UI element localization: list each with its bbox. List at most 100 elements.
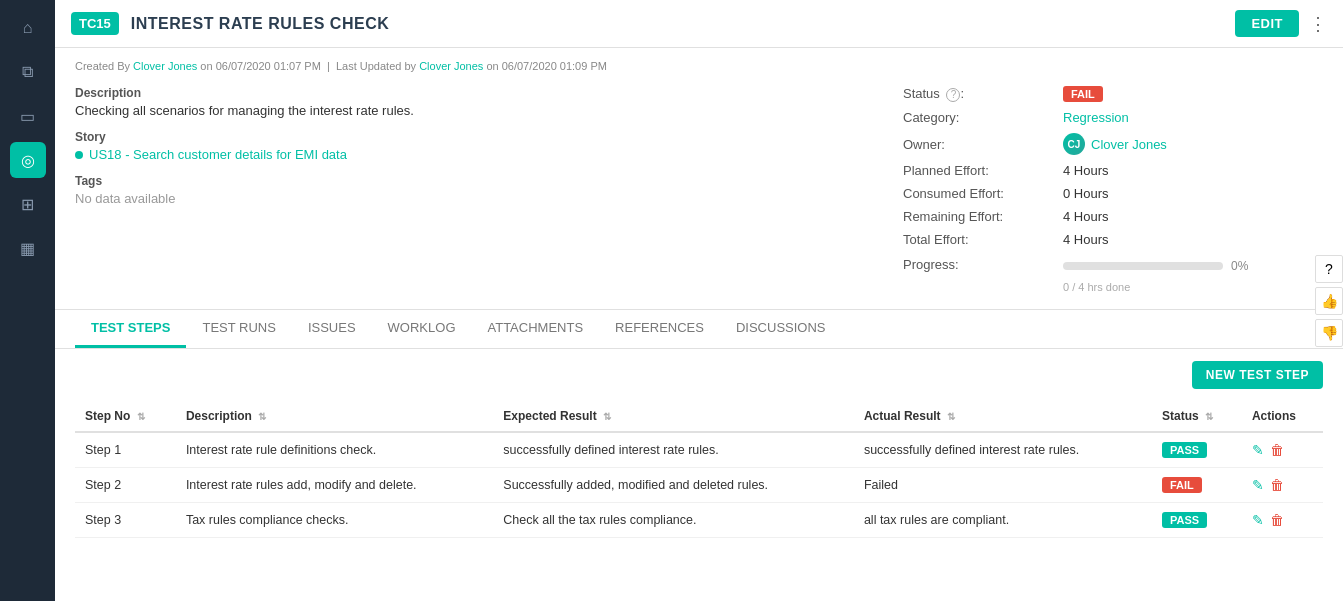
total-value: 4 Hours [1063, 232, 1109, 247]
detail-right: Status ?: FAIL Category: Regression Ow [903, 86, 1323, 293]
cell-actual: successfully defined interest rate rules… [854, 432, 1152, 468]
sidebar-item-layers[interactable]: ⧉ [10, 54, 46, 90]
page-title: INTEREST RATE RULES CHECK [131, 15, 389, 33]
progress-field: Progress: 0% [903, 255, 1323, 273]
story-link[interactable]: US18 - Search customer details for EMI d… [89, 147, 347, 162]
status-info-icon: ? [946, 88, 960, 102]
cell-step-no: Step 1 [75, 432, 176, 468]
like-feedback-btn[interactable]: 👍 [1315, 287, 1343, 315]
owner-link[interactable]: Clover Jones [1091, 137, 1167, 152]
delete-row-icon[interactable]: 🗑 [1270, 512, 1284, 528]
tab-worklog[interactable]: WORKLOG [372, 310, 472, 348]
cell-expected: successfully defined interest rate rules… [493, 432, 854, 468]
cell-actual: Failed [854, 468, 1152, 503]
tab-references[interactable]: REFERENCES [599, 310, 720, 348]
cell-description: Tax rules compliance checks. [176, 503, 493, 538]
tab-test-steps[interactable]: TEST STEPS [75, 310, 186, 348]
planned-value: 4 Hours [1063, 163, 1109, 178]
owner-avatar: CJ [1063, 133, 1085, 155]
description-label: Description [75, 86, 873, 100]
detail-left: Description Checking all scenarios for m… [75, 86, 903, 293]
tab-test-runs[interactable]: TEST RUNS [186, 310, 291, 348]
created-by-link[interactable]: Clover Jones [133, 60, 197, 72]
owner-value: CJ Clover Jones [1063, 133, 1167, 155]
cell-description: Interest rate rule definitions check. [176, 432, 493, 468]
sidebar-item-grid[interactable]: ⊞ [10, 186, 46, 222]
progress-value: 0% [1063, 255, 1248, 273]
total-field: Total Effort: 4 Hours [903, 232, 1323, 247]
new-test-step-button[interactable]: NEW TEST STEP [1192, 361, 1323, 389]
delete-row-icon[interactable]: 🗑 [1270, 442, 1284, 458]
updated-on: 06/07/2020 01:09 PM [502, 60, 607, 72]
remaining-label: Remaining Effort: [903, 209, 1063, 224]
owner-field: Owner: CJ Clover Jones [903, 133, 1323, 155]
action-icons: ✎ 🗑 [1252, 477, 1313, 493]
sidebar-item-home[interactable]: ⌂ [10, 10, 46, 46]
edit-row-icon[interactable]: ✎ [1252, 477, 1264, 493]
progress-pct: 0% [1231, 259, 1248, 273]
tabs-bar: TEST STEPS TEST RUNS ISSUES WORKLOG ATTA… [55, 310, 1343, 349]
sidebar-item-document[interactable]: ▭ [10, 98, 46, 134]
action-icons: ✎ 🗑 [1252, 442, 1313, 458]
consumed-field: Consumed Effort: 0 Hours [903, 186, 1323, 201]
cell-step-no: Step 2 [75, 468, 176, 503]
sidebar-item-target[interactable]: ◎ [10, 142, 46, 178]
table-row: Step 2 Interest rate rules add, modify a… [75, 468, 1323, 503]
cell-status: PASS [1152, 503, 1242, 538]
cell-status: FAIL [1152, 468, 1242, 503]
category-field: Category: Regression [903, 110, 1323, 125]
tab-discussions[interactable]: DISCUSSIONS [720, 310, 842, 348]
dislike-feedback-btn[interactable]: 👎 [1315, 319, 1343, 347]
planned-label: Planned Effort: [903, 163, 1063, 178]
detail-body: Description Checking all scenarios for m… [75, 86, 1323, 293]
col-description: Description ⇅ [176, 401, 493, 432]
col-actions: Actions [1242, 401, 1323, 432]
created-by-label: Created By [75, 60, 130, 72]
remaining-field: Remaining Effort: 4 Hours [903, 209, 1323, 224]
tab-issues[interactable]: ISSUES [292, 310, 372, 348]
updated-label: Last Updated by [336, 60, 416, 72]
cell-actions: ✎ 🗑 [1242, 503, 1323, 538]
status-fail-badge: FAIL [1063, 86, 1103, 102]
help-feedback-btn[interactable]: ? [1315, 255, 1343, 283]
story-dot [75, 151, 83, 159]
updated-by-link[interactable]: Clover Jones [419, 60, 483, 72]
cell-actual: all tax rules are compliant. [854, 503, 1152, 538]
col-expected: Expected Result ⇅ [493, 401, 854, 432]
cell-actions: ✎ 🗑 [1242, 468, 1323, 503]
edit-row-icon[interactable]: ✎ [1252, 442, 1264, 458]
cell-expected: Check all the tax rules compliance. [493, 503, 854, 538]
tab-attachments[interactable]: ATTACHMENTS [472, 310, 600, 348]
cell-step-no: Step 3 [75, 503, 176, 538]
table-row: Step 1 Interest rate rule definitions ch… [75, 432, 1323, 468]
action-icons: ✎ 🗑 [1252, 512, 1313, 528]
right-feedback-panel: ? 👍 👎 [1315, 255, 1343, 347]
cell-expected: Successfully added, modified and deleted… [493, 468, 854, 503]
table-section: NEW TEST STEP Step No ⇅ Description ⇅ Ex… [55, 349, 1343, 601]
col-actual: Actual Result ⇅ [854, 401, 1152, 432]
progress-bar-wrap: 0% [1063, 259, 1248, 273]
table-header-bar: NEW TEST STEP [75, 361, 1323, 389]
status-label: Status ?: [903, 86, 1063, 102]
description-value: Checking all scenarios for managing the … [75, 103, 873, 118]
cell-status: PASS [1152, 432, 1242, 468]
cell-actions: ✎ 🗑 [1242, 432, 1323, 468]
sidebar: ⌂ ⧉ ▭ ◎ ⊞ ▦ [0, 0, 55, 601]
edit-row-icon[interactable]: ✎ [1252, 512, 1264, 528]
story-item: US18 - Search customer details for EMI d… [75, 147, 873, 162]
row-status-badge: PASS [1162, 442, 1207, 458]
header-right: EDIT ⋮ [1235, 10, 1327, 37]
planned-field: Planned Effort: 4 Hours [903, 163, 1323, 178]
delete-row-icon[interactable]: 🗑 [1270, 477, 1284, 493]
meta-info: Created By Clover Jones on 06/07/2020 01… [75, 60, 1323, 72]
col-status: Status ⇅ [1152, 401, 1242, 432]
edit-button[interactable]: EDIT [1235, 10, 1299, 37]
more-icon[interactable]: ⋮ [1309, 13, 1327, 35]
progress-label: Progress: [903, 257, 1063, 272]
consumed-label: Consumed Effort: [903, 186, 1063, 201]
detail-section: Created By Clover Jones on 06/07/2020 01… [55, 48, 1343, 310]
progress-sub: 0 / 4 hrs done [1063, 281, 1323, 293]
remaining-value: 4 Hours [1063, 209, 1109, 224]
sidebar-item-chart[interactable]: ▦ [10, 230, 46, 266]
table-row: Step 3 Tax rules compliance checks. Chec… [75, 503, 1323, 538]
